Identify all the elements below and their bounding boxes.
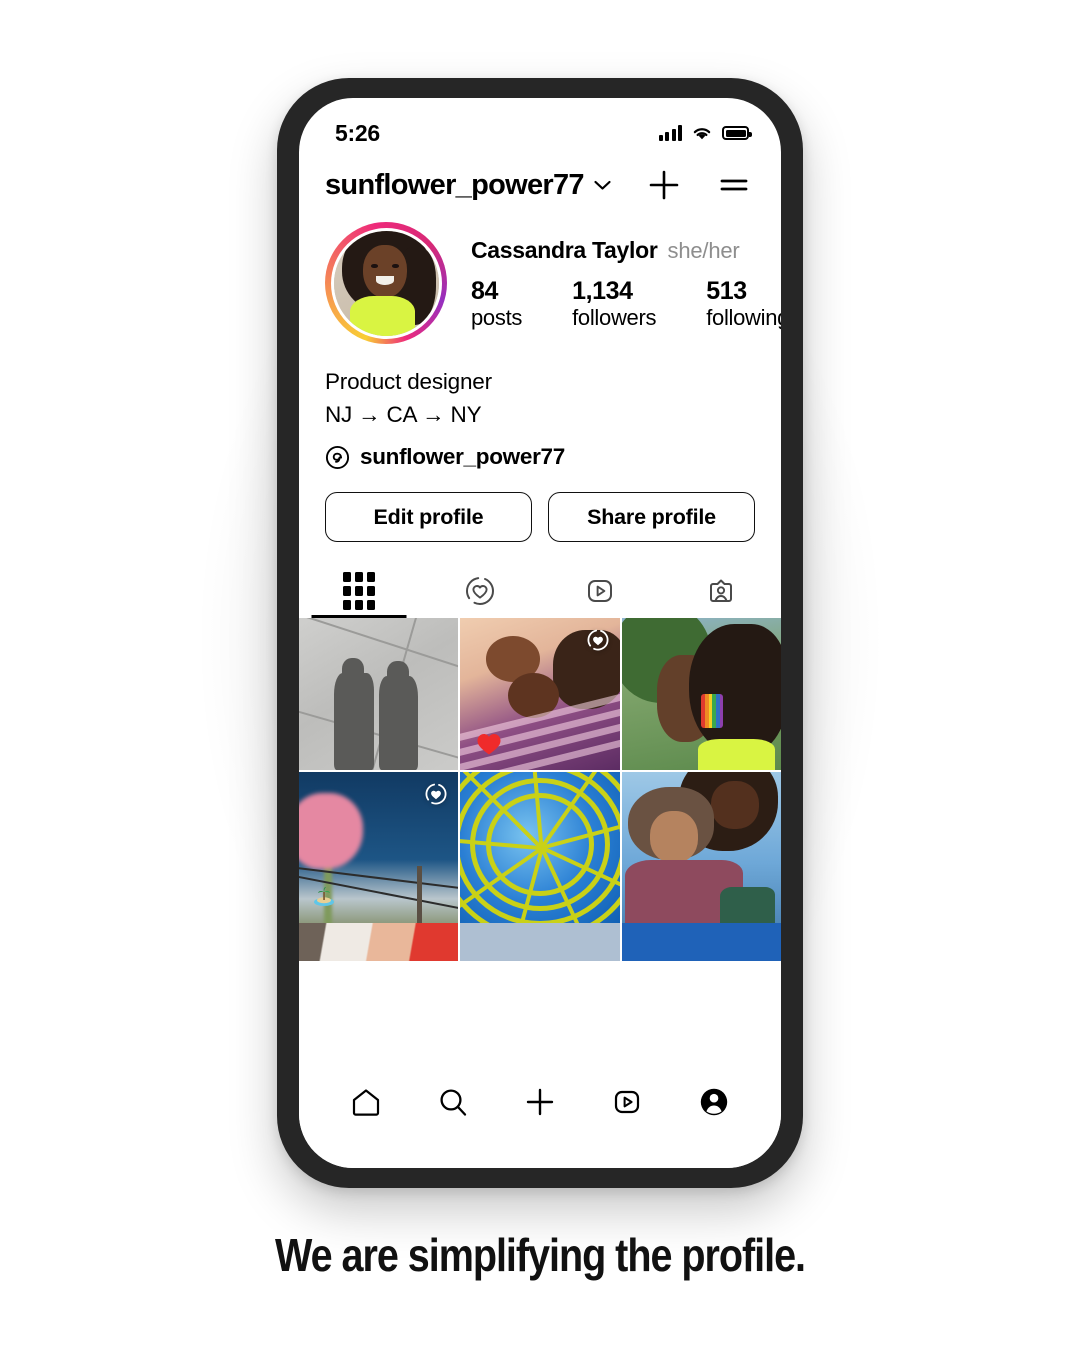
threads-handle: sunflower_power77 (360, 444, 565, 470)
pronouns: she/her (667, 237, 740, 263)
stat-posts[interactable]: 84 posts (471, 277, 522, 331)
grid-post-1[interactable] (299, 618, 459, 770)
grid-icon (343, 572, 376, 611)
avatar[interactable] (333, 230, 439, 336)
account-switcher[interactable]: sunflower_power77 (325, 169, 612, 202)
grid-post-9[interactable] (621, 923, 781, 962)
close-friends-badge (585, 627, 611, 653)
bio-section: Product designer NJ → CA → NY sunflower_… (299, 344, 781, 470)
edit-profile-button[interactable]: Edit profile (325, 492, 532, 543)
nav-home[interactable] (337, 1076, 395, 1128)
nav-reels[interactable] (598, 1076, 656, 1128)
bottom-navigation (299, 1058, 781, 1168)
status-icons (658, 125, 752, 141)
bio-line-2: NJ → CA → NY (325, 401, 482, 427)
stat-posts-label: posts (471, 304, 523, 330)
stat-following-label: following (706, 304, 781, 330)
share-profile-button[interactable]: Share profile (548, 492, 755, 543)
display-name-row: Cassandra Taylor she/her (471, 237, 781, 264)
reels-play-icon (614, 1090, 639, 1114)
grid-post-2[interactable] (460, 618, 620, 770)
tab-reels[interactable] (540, 564, 661, 618)
bio-line-1: Product designer (325, 369, 492, 394)
chevron-down-icon (594, 180, 611, 190)
grid-post-3[interactable] (621, 618, 781, 770)
tagged-person-icon (709, 579, 732, 603)
stat-followers[interactable]: 1,134 followers (572, 277, 656, 331)
nav-create[interactable] (511, 1076, 569, 1128)
nav-profile[interactable] (685, 1076, 743, 1128)
island-sticker (312, 885, 336, 912)
close-friends-badge (423, 781, 449, 807)
heart-circle-icon (465, 577, 494, 606)
grid-post-8[interactable] (460, 923, 620, 962)
display-name: Cassandra Taylor (471, 236, 658, 263)
search-icon (440, 1089, 467, 1116)
stats-row: 84 posts 1,134 followers 513 following (471, 277, 781, 331)
heart-sticker (476, 732, 502, 761)
grid-post-6[interactable] (621, 771, 781, 924)
plus-icon (526, 1088, 554, 1116)
wifi-icon (693, 128, 711, 140)
profile-summary: Cassandra Taylor she/her 84 posts 1,134 … (299, 208, 781, 344)
reels-play-icon (588, 580, 613, 603)
avatar-story-ring[interactable] (325, 222, 447, 344)
threads-link[interactable]: sunflower_power77 (325, 444, 755, 470)
status-time: 5:26 (335, 119, 380, 146)
profile-avatar-icon (700, 1088, 727, 1116)
grid-post-7[interactable] (299, 923, 459, 962)
header-username: sunflower_power77 (325, 168, 585, 201)
profile-action-buttons: Edit profile Share profile (299, 470, 781, 543)
hamburger-menu-icon[interactable] (717, 168, 751, 202)
stat-followers-value: 1,134 (572, 276, 633, 305)
phone-screen: 5:26 sunflower_power77 Cassandra Taylor … (299, 98, 781, 1168)
stat-posts-value: 84 (471, 276, 499, 305)
app-header: sunflower_power77 (299, 154, 781, 208)
battery-full-icon (722, 126, 752, 140)
tab-highlights[interactable] (420, 564, 541, 618)
stat-following-value: 513 (706, 276, 747, 305)
post-grid-partial-row (299, 923, 781, 962)
caption-text: We are simplifying the profile. (274, 1229, 806, 1281)
threads-icon (325, 445, 350, 469)
grid-post-5[interactable] (460, 771, 620, 924)
plus-icon[interactable] (647, 168, 681, 202)
status-bar: 5:26 (299, 98, 781, 154)
avatar-inner-gap (330, 227, 442, 339)
stat-followers-label: followers (572, 304, 657, 330)
tab-grid[interactable] (299, 564, 420, 618)
phone-frame: 5:26 sunflower_power77 Cassandra Taylor … (277, 78, 803, 1188)
profile-tabs (299, 564, 781, 618)
stat-following[interactable]: 513 following (706, 277, 781, 331)
cellular-bars-icon (658, 125, 682, 141)
profile-stats-column: Cassandra Taylor she/her 84 posts 1,134 … (471, 235, 781, 331)
tab-tagged[interactable] (661, 564, 782, 618)
rainbow-earring (701, 694, 724, 728)
header-actions (647, 168, 751, 202)
grid-post-4[interactable] (299, 771, 459, 924)
nav-search[interactable] (424, 1076, 482, 1128)
post-grid (299, 618, 781, 924)
home-icon (353, 1089, 380, 1116)
